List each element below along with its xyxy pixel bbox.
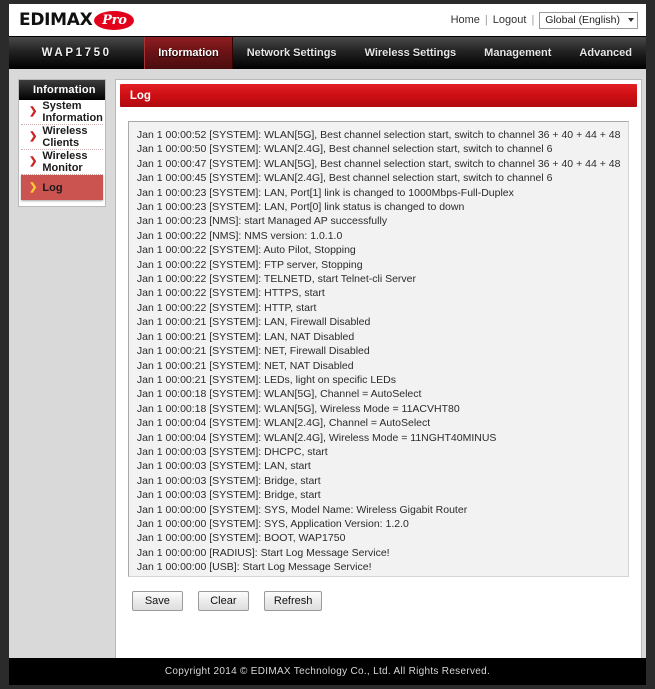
log-line: Jan 1 00:00:22 [SYSTEM]: HTTPS, start	[136, 287, 325, 300]
tab-advanced[interactable]: Advanced	[565, 37, 646, 69]
log-line: Jan 1 00:00:52 [SYSTEM]: WLAN[5G], Best …	[136, 129, 621, 141]
chevron-right-icon: ❯	[29, 181, 38, 193]
log-line: Jan 1 00:00:23 [SYSTEM]: LAN, Port[0] li…	[136, 201, 465, 214]
log-output-box[interactable]: Jan 1 00:00:52 [SYSTEM]: WLAN[5G], Best …	[127, 121, 630, 577]
log-line: Jan 1 00:00:21 [SYSTEM]: NET, NAT Disabl…	[136, 359, 354, 372]
log-line: Jan 1 00:00:00 [SYSTEM]: SYS, Model Name…	[136, 503, 468, 516]
chevron-right-icon: ❯	[29, 131, 38, 142]
logout-link[interactable]: Logout	[493, 14, 527, 26]
log-line: Jan 1 00:00:00 [RADIUS]: Start Log Messa…	[136, 546, 390, 559]
sidebar-item-wireless-clients[interactable]: ❯ Wireless Clients	[21, 125, 103, 150]
chevron-right-icon: ❯	[29, 106, 38, 117]
logo-wordmark: EDIMAX	[19, 9, 93, 30]
language-select[interactable]: Global (English)	[539, 11, 638, 29]
log-line: Jan 1 00:00:45 [SYSTEM]: WLAN[2.4G], Bes…	[136, 172, 553, 185]
log-line: Jan 1 00:00:21 [SYSTEM]: NET, Firewall D…	[136, 345, 370, 358]
refresh-button[interactable]: Refresh	[263, 591, 323, 611]
logo-pro-label: Pro	[102, 12, 127, 28]
log-line: Jan 1 00:00:21 [SYSTEM]: LEDs, light on …	[136, 373, 397, 386]
log-line: Jan 1 00:00:22 [SYSTEM]: FTP server, Sto…	[136, 258, 363, 271]
sidebar-item-label: System Information	[42, 100, 103, 124]
log-line: Jan 1 00:00:00 [SYSTEM]: BOOT, WAP1750	[136, 532, 346, 545]
log-line: Jan 1 00:00:18 [SYSTEM]: WLAN[5G], Wirel…	[136, 402, 460, 415]
app-window: EDIMAX Pro Home | Logout | Global (Engli…	[0, 0, 655, 689]
link-separator-2: |	[531, 14, 535, 26]
sidebar-item-label: Wireless Monitor	[42, 150, 88, 174]
log-line: Jan 1 00:00:04 [SYSTEM]: WLAN[2.4G], Wir…	[136, 431, 497, 444]
log-line-list: Jan 1 00:00:52 [SYSTEM]: WLAN[5G], Best …	[136, 128, 621, 577]
sidebar-item-label: Wireless Clients	[42, 125, 88, 149]
log-line: Jan 1 00:00:23 [SYSTEM]: LAN, Port[1] li…	[136, 186, 514, 199]
log-line: Jan 1 00:00:22 [SYSTEM]: HTTP, start	[136, 301, 317, 314]
top-links: Home | Logout | Global (English)	[451, 11, 638, 29]
log-line: Jan 1 00:00:50 [SYSTEM]: WLAN[2.4G], Bes…	[136, 143, 553, 156]
sidebar-item-wireless-monitor[interactable]: ❯ Wireless Monitor	[21, 150, 103, 175]
tab-wireless-settings[interactable]: Wireless Settings	[351, 37, 471, 69]
action-button-row: Save Clear Refresh	[131, 591, 642, 611]
content-area: Information ❯ System Information ❯ Wirel…	[9, 69, 646, 673]
log-line: Jan 1 00:00:00 [USB]: Start Log Message …	[136, 561, 372, 574]
log-line: Jan 1 00:00:03 [SYSTEM]: LAN, start	[136, 460, 311, 473]
save-button[interactable]: Save	[131, 591, 183, 611]
top-header-bar: EDIMAX Pro Home | Logout | Global (Engli…	[9, 4, 646, 36]
log-line: Jan 1 00:00:22 [SYSTEM]: TELNETD, start …	[136, 273, 417, 286]
log-line: Jan 1 00:00:03 [SYSTEM]: Bridge, start	[136, 474, 321, 487]
device-model-label: WAP1750	[41, 47, 112, 59]
page-title: Log	[119, 84, 638, 107]
language-select-value: Global (English)	[545, 14, 620, 26]
footer: Copyright 2014 © EDIMAX Technology Co., …	[9, 658, 646, 685]
tab-information[interactable]: Information	[144, 37, 233, 69]
log-line: Jan 1 00:00:23 [NMS]: start Managed AP s…	[136, 215, 388, 228]
chevron-down-icon	[628, 18, 634, 22]
tab-management[interactable]: Management	[470, 37, 565, 69]
log-line: Jan 1 00:00:00 [SYSTEM]: SYS, Applicatio…	[136, 517, 409, 530]
main-navigation-bar: WAP1750 Information Network Settings Wir…	[9, 36, 646, 69]
copyright-text: Copyright 2014 © EDIMAX Technology Co., …	[164, 666, 491, 677]
log-line: Jan 1 00:00:21 [SYSTEM]: LAN, Firewall D…	[136, 316, 371, 329]
sidebar-item-label: Log	[42, 181, 63, 194]
chevron-right-icon: ❯	[29, 156, 38, 167]
sidebar-item-log[interactable]: ❯ Log	[21, 175, 103, 200]
log-line: Jan 1 00:00:04 [SYSTEM]: WLAN[2.4G], Cha…	[136, 417, 431, 430]
log-line: Jan 1 00:00:22 [SYSTEM]: Auto Pilot, Sto…	[136, 244, 356, 257]
sidebar: Information ❯ System Information ❯ Wirel…	[18, 79, 106, 207]
home-link[interactable]: Home	[451, 14, 480, 26]
tab-network-settings[interactable]: Network Settings	[233, 37, 351, 69]
log-line: Jan 1 00:00:00 [DHCPC]: Start Log Messag…	[137, 575, 621, 577]
log-line: Jan 1 00:00:03 [SYSTEM]: Bridge, start	[136, 489, 321, 502]
edimax-pro-logo: EDIMAX Pro	[19, 9, 135, 31]
log-line: Jan 1 00:00:22 [NMS]: NMS version: 1.0.1…	[136, 229, 343, 242]
sidebar-title: Information	[19, 80, 105, 100]
link-separator-1: |	[484, 14, 488, 26]
sidebar-item-system-information[interactable]: ❯ System Information	[21, 100, 103, 125]
main-panel: Log Jan 1 00:00:52 [SYSTEM]: WLAN[5G], B…	[114, 79, 643, 673]
clear-button[interactable]: Clear	[197, 591, 249, 611]
log-line: Jan 1 00:00:03 [SYSTEM]: DHCPC, start	[136, 445, 328, 458]
log-line: Jan 1 00:00:18 [SYSTEM]: WLAN[5G], Chann…	[136, 388, 422, 401]
logo-pro-badge: Pro	[94, 10, 135, 30]
log-line: Jan 1 00:00:21 [SYSTEM]: LAN, NAT Disabl…	[136, 330, 355, 343]
log-line: Jan 1 00:00:47 [SYSTEM]: WLAN[5G], Best …	[136, 157, 621, 170]
